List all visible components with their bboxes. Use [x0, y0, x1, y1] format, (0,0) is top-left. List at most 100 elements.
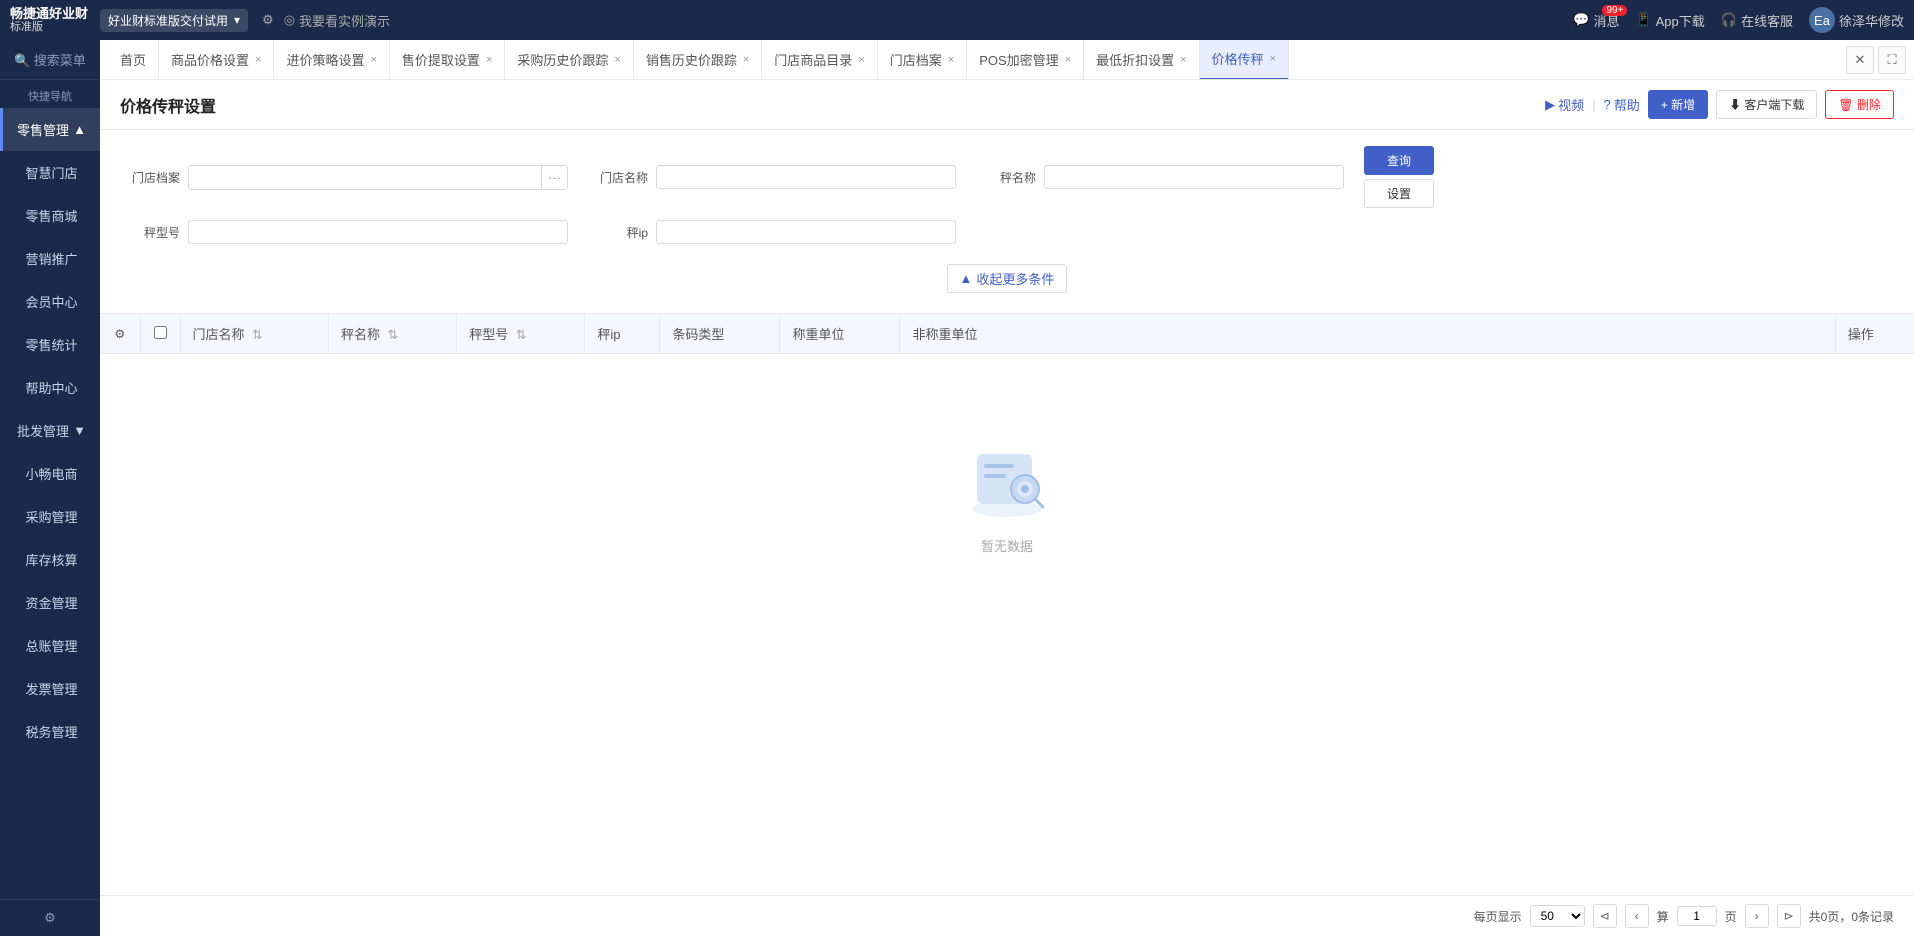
- sidebar-item-label: 总账管理: [25, 639, 77, 654]
- tab-pos-management[interactable]: POS加密管理 ×: [967, 40, 1084, 80]
- sidebar-item-ecommerce[interactable]: 小畅电商: [0, 452, 100, 495]
- help-link[interactable]: ? 帮助: [1603, 95, 1639, 114]
- search-row-1: 门店档案 ··· 门店名称 秤名称: [120, 146, 1894, 208]
- collapse-button[interactable]: ▲ 收起更多条件: [947, 264, 1068, 293]
- sidebar-item-retail[interactable]: 零售管理 ▲: [0, 108, 100, 151]
- th-scale-model-label: 秤型号: [469, 327, 508, 342]
- online-service-btn[interactable]: 🎧 在线客服: [1721, 11, 1793, 30]
- tab-store-archive[interactable]: 门店档案 ×: [878, 40, 967, 80]
- online-service-label: 在线客服: [1741, 11, 1793, 30]
- tab-home[interactable]: 首页: [108, 40, 159, 80]
- scale-model-input[interactable]: [188, 220, 568, 244]
- sidebar-item-label: 库存核算: [25, 553, 77, 568]
- sidebar-item-invoice[interactable]: 发票管理: [0, 667, 100, 710]
- app-download-btn[interactable]: 📱 App下载: [1635, 11, 1704, 30]
- table-container: ⚙ 门店名称 ⇅ 秤名称 ⇅: [100, 314, 1914, 895]
- scale-name-input[interactable]: [1044, 165, 1344, 189]
- sidebar-item-purchase[interactable]: 采购管理: [0, 495, 100, 538]
- avatar: Ea: [1809, 7, 1835, 33]
- tab-min-discount[interactable]: 最低折扣设置 ×: [1084, 40, 1199, 80]
- chevron-up-icon: ▲: [960, 271, 973, 286]
- form-item-scale-ip: 秤ip: [588, 220, 956, 244]
- page-title: 价格传秤设置: [120, 93, 1545, 117]
- tab-price-scale[interactable]: 价格传秤 ×: [1200, 40, 1289, 80]
- demo-label: 我要看实例演示: [299, 11, 390, 30]
- tab-pos-management-close[interactable]: ×: [1065, 54, 1071, 66]
- page-input[interactable]: [1677, 906, 1717, 926]
- sidebar-item-finance[interactable]: 资金管理: [0, 581, 100, 624]
- sidebar-item-member[interactable]: 会员中心: [0, 280, 100, 323]
- store-name-label: 门店名称: [588, 169, 648, 186]
- tab-close-all[interactable]: ✕: [1846, 46, 1874, 74]
- delete-button[interactable]: 🗑 删除: [1825, 90, 1894, 119]
- sidebar-item-retail-stat[interactable]: 零售统计: [0, 323, 100, 366]
- download-button[interactable]: ⬇ 客户端下载: [1716, 90, 1817, 119]
- sidebar-item-marketing[interactable]: 营销推广: [0, 237, 100, 280]
- th-settings[interactable]: ⚙: [100, 314, 140, 354]
- tab-purchase-strategy-close[interactable]: ×: [370, 54, 376, 66]
- tab-expand[interactable]: ⛶: [1878, 46, 1906, 74]
- sidebar-item-help[interactable]: 帮助中心: [0, 366, 100, 409]
- sidebar-bottom-settings[interactable]: ⚙: [0, 899, 100, 936]
- tab-purchase-history[interactable]: 采购历史价跟踪 ×: [505, 40, 633, 80]
- scale-model-label: 秤型号: [120, 224, 180, 241]
- sidebar-item-smart-store[interactable]: 智慧门店: [0, 151, 100, 194]
- collapse-label: 收起更多条件: [976, 269, 1054, 288]
- user-menu[interactable]: Ea 徐泽华修改: [1809, 7, 1904, 33]
- store-name-input[interactable]: [656, 165, 956, 189]
- sidebar-item-inventory[interactable]: 库存核算: [0, 538, 100, 581]
- demo-link[interactable]: ◎ 我要看实例演示: [284, 11, 390, 30]
- sidebar-item-label: 小畅电商: [25, 467, 77, 482]
- tab-purchase-history-close[interactable]: ×: [614, 54, 620, 66]
- sidebar-item-wholesale[interactable]: 批发管理 ▼: [0, 409, 100, 452]
- tab-store-archive-close[interactable]: ×: [948, 54, 954, 66]
- tab-price-scale-close[interactable]: ×: [1270, 53, 1276, 65]
- video-link[interactable]: ▶ 视频: [1545, 95, 1584, 114]
- select-all-checkbox[interactable]: [154, 326, 167, 339]
- sidebar-item-ledger[interactable]: 总账管理: [0, 624, 100, 667]
- prev-page-btn[interactable]: ‹: [1625, 904, 1649, 928]
- tab-store-catalog[interactable]: 门店商品目录 ×: [762, 40, 877, 80]
- tab-price-setting-close[interactable]: ×: [255, 54, 261, 66]
- query-button[interactable]: 查询: [1364, 146, 1434, 175]
- tab-price-setting[interactable]: 商品价格设置 ×: [159, 40, 274, 80]
- tab-min-discount-close[interactable]: ×: [1180, 54, 1186, 66]
- tab-sale-fetch[interactable]: 售价提取设置 ×: [390, 40, 505, 80]
- store-archive-input[interactable]: [189, 166, 541, 188]
- tab-sale-history[interactable]: 销售历史价跟踪 ×: [634, 40, 762, 80]
- sidebar-item-tax[interactable]: 税务管理: [0, 710, 100, 753]
- message-btn[interactable]: 💬 消息 99+: [1573, 11, 1619, 30]
- settings-button[interactable]: 设置: [1364, 179, 1434, 208]
- gear-icon: ⚙: [44, 910, 56, 925]
- empty-text: 暂无数据: [981, 536, 1033, 555]
- scale-ip-input[interactable]: [656, 220, 956, 244]
- last-page-btn[interactable]: ⊳: [1777, 904, 1801, 928]
- tab-pos-management-label: POS加密管理: [979, 50, 1058, 69]
- tab-store-catalog-close[interactable]: ×: [858, 54, 864, 66]
- page-header-actions: ▶ 视频 | ? 帮助 + 新增 ⬇ 客户端下载 🗑 删除: [1545, 90, 1894, 119]
- page-header: 价格传秤设置 ▶ 视频 | ? 帮助 + 新增 ⬇ 客户端下载 🗑 删除: [100, 80, 1914, 130]
- headphone-icon: 🎧: [1721, 12, 1737, 28]
- empty-state: 暂无数据: [100, 354, 1914, 635]
- sidebar-item-retail-mall[interactable]: 零售商城: [0, 194, 100, 237]
- tab-sale-fetch-close[interactable]: ×: [486, 54, 492, 66]
- eye-icon: ◎: [284, 12, 295, 28]
- sidebar-search[interactable]: 🔍 搜索菜单: [0, 40, 100, 80]
- store-archive-more-btn[interactable]: ···: [541, 166, 567, 189]
- tab-price-setting-label: 商品价格设置: [171, 50, 249, 69]
- settings-icon[interactable]: ⚙: [262, 12, 274, 28]
- form-item-store-archive: 门店档案 ···: [120, 165, 568, 190]
- sidebar-item-label: 发票管理: [25, 682, 77, 697]
- th-scale-name: 秤名称 ⇅: [328, 314, 456, 354]
- message-badge: 99+: [1602, 5, 1627, 16]
- per-page-select[interactable]: 50 10 20 100: [1530, 905, 1585, 927]
- tab-purchase-strategy[interactable]: 进价策略设置 ×: [274, 40, 389, 80]
- version-selector[interactable]: 好业财标准版交付试用 ▾: [100, 9, 248, 32]
- chevron-down-icon: ▾: [234, 13, 240, 27]
- add-button[interactable]: + 新增: [1648, 90, 1708, 119]
- search-row-2: 秤型号 秤ip: [120, 220, 1894, 244]
- next-page-btn[interactable]: ›: [1745, 904, 1769, 928]
- user-name: 徐泽华修改: [1839, 11, 1904, 30]
- first-page-btn[interactable]: ⊲: [1593, 904, 1617, 928]
- tab-sale-history-close[interactable]: ×: [743, 54, 749, 66]
